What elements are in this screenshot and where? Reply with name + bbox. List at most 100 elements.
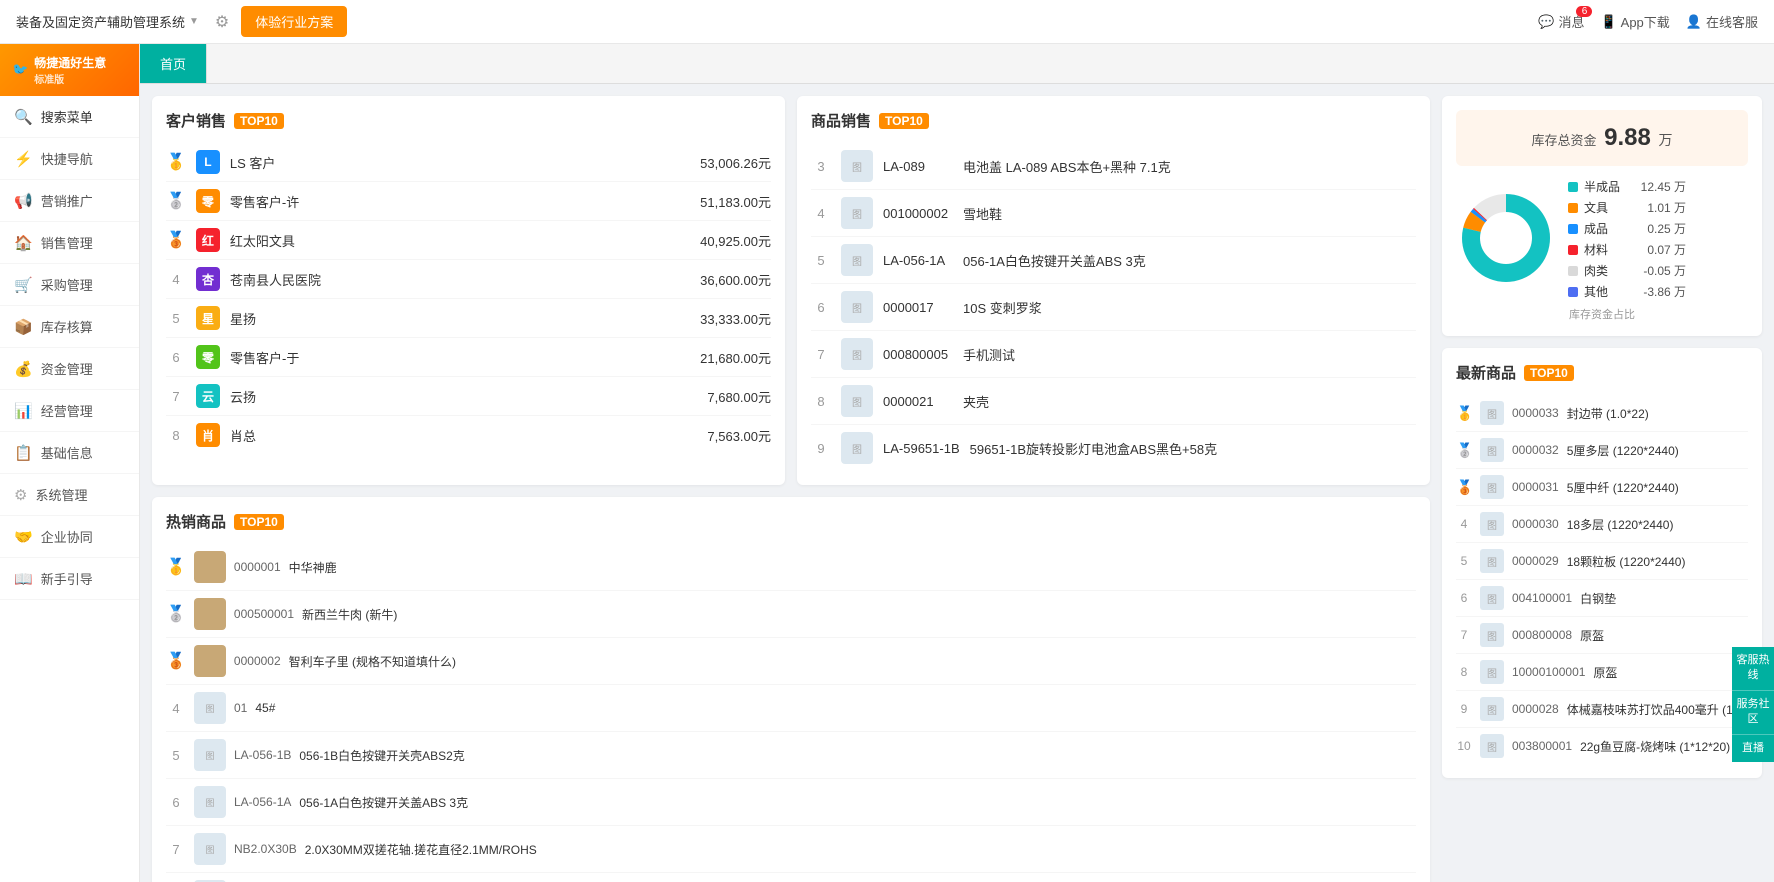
online-service-btn[interactable]: 👤 在线客服 <box>1686 12 1758 31</box>
gear-icon[interactable]: ⚙ <box>215 12 229 32</box>
product-thumb: 图 <box>841 244 873 276</box>
rank-avatar: L <box>196 150 220 174</box>
legend-value: 12.45 万 <box>1626 178 1686 195</box>
product-thumb: 图 <box>841 385 873 417</box>
sidebar-label-10: 企业协同 <box>41 527 93 546</box>
hot-product-item: 4 图 01 45# <box>166 685 1416 732</box>
rank-name: 肖总 <box>230 426 697 445</box>
product-sales-list: 3 图 LA-089 电池盖 LA-089 ABS本色+黑种 7.1克 4 图 … <box>811 143 1416 471</box>
sidebar-item-4[interactable]: 🛒采购管理 <box>0 264 139 306</box>
product-code: 000800008 <box>1512 628 1572 642</box>
product-thumb: 图 <box>1480 623 1504 647</box>
medal-icon: 🥈 <box>1456 442 1472 459</box>
rank-name: LS 客户 <box>230 153 690 172</box>
phone-icon: 📱 <box>1600 14 1616 30</box>
sidebar-items: 🔍搜索菜单⚡快捷导航📢营销推广🏠销售管理🛒采购管理📦库存核算💰资金管理📊经营管理… <box>0 96 139 600</box>
legend-item: 文具 1.01 万 <box>1568 199 1686 216</box>
app-download-btn[interactable]: 📱 App下载 <box>1600 12 1669 31</box>
sidebar-item-11[interactable]: 📖新手引导 <box>0 558 139 600</box>
product-name: 18多层 (1220*2440) <box>1567 516 1748 533</box>
rank-name: 云扬 <box>230 387 697 406</box>
sidebar-item-5[interactable]: 📦库存核算 <box>0 306 139 348</box>
product-thumb: 图 <box>1480 549 1504 573</box>
sidebar-item-10[interactable]: 🤝企业协同 <box>0 516 139 558</box>
legend-value: -0.05 万 <box>1626 262 1686 279</box>
sidebar-item-9[interactable]: ⚙系统管理 <box>0 474 139 516</box>
sidebar-item-1[interactable]: ⚡快捷导航 <box>0 138 139 180</box>
rank-num: 6 <box>811 300 831 315</box>
product-name: 原盔 <box>1593 664 1748 681</box>
medal-icon: 🥇 <box>1456 405 1472 422</box>
sidebar-label-4: 采购管理 <box>41 275 93 294</box>
nav-tabs: 首页 <box>140 44 1774 84</box>
customer-rank-list: 🥇 L LS 客户 53,006.26元 🥈 零 零售客户-许 51,183.0… <box>166 143 771 454</box>
product-thumb <box>194 551 226 583</box>
rank-num: 4 <box>1456 517 1472 531</box>
product-thumb: 图 <box>1480 734 1504 758</box>
sidebar-logo[interactable]: 🐦 畅捷通好生意 标准版 <box>0 44 139 96</box>
tab-home[interactable]: 首页 <box>140 44 207 83</box>
product-thumb: 图 <box>1480 586 1504 610</box>
rank-medal: 🥉 <box>166 230 186 250</box>
product-name: 22g鱼豆腐-烧烤味 (1*12*20) <box>1580 738 1748 755</box>
legend-label: 文具 <box>1584 199 1608 216</box>
legend-item: 肉类 -0.05 万 <box>1568 262 1686 279</box>
topbar: 装备及固定资产辅助管理系统 ▼ ⚙ 体验行业方案 💬 消息 6 📱 App下载 … <box>0 0 1774 44</box>
message-icon: 💬 <box>1538 14 1554 30</box>
product-code: 0000029 <box>1512 554 1559 568</box>
product-code: 004100001 <box>1512 591 1572 605</box>
rank-value: 7,563.00元 <box>707 426 771 445</box>
sidebar-icon-8: 📋 <box>14 444 33 462</box>
latest-product-item: 9 图 0000028 体械嘉枝味苏打饮品400毫升 (1*15) <box>1456 691 1748 728</box>
sidebar-item-8[interactable]: 📋基础信息 <box>0 432 139 474</box>
product-name: 056-1A白色按键开关盖ABS 3克 <box>963 251 1416 270</box>
trial-button[interactable]: 体验行业方案 <box>241 6 347 37</box>
sidebar-item-3[interactable]: 🏠销售管理 <box>0 222 139 264</box>
product-sales-item: 3 图 LA-089 电池盖 LA-089 ABS本色+黑种 7.1克 <box>811 143 1416 190</box>
rank-medal: 🥈 <box>166 191 186 211</box>
rank-num: 3 <box>811 159 831 174</box>
sidebar-item-0[interactable]: 🔍搜索菜单 <box>0 96 139 138</box>
hot-product-item: 🥉 0000002 智利车子里 (规格不知道填什么) <box>166 638 1416 685</box>
latest-product-item: 10 图 003800001 22g鱼豆腐-烧烤味 (1*12*20) <box>1456 728 1748 764</box>
rank-item: 4 杏 苍南县人民医院 36,600.00元 <box>166 260 771 299</box>
product-name: 原盔 <box>1580 627 1748 644</box>
rank-num: 7 <box>811 347 831 362</box>
logo-icon: 🐦 <box>12 62 28 78</box>
sidebar-label-7: 经营管理 <box>41 401 93 420</box>
float-btn-live[interactable]: 直播 <box>1732 735 1774 762</box>
main-layout: 🐦 畅捷通好生意 标准版 🔍搜索菜单⚡快捷导航📢营销推广🏠销售管理🛒采购管理📦库… <box>0 44 1774 882</box>
latest-product-item: 🥇 图 0000033 封边带 (1.0*22) <box>1456 395 1748 432</box>
product-name: 雪地鞋 <box>963 204 1416 223</box>
message-btn[interactable]: 💬 消息 6 <box>1538 12 1584 31</box>
product-name: 夹壳 <box>963 392 1416 411</box>
rank-avatar: 杏 <box>196 267 220 291</box>
system-dropdown[interactable]: 装备及固定资产辅助管理系统 ▼ <box>16 12 199 31</box>
logo-badge: 标准版 <box>34 71 106 86</box>
sidebar-item-2[interactable]: 📢营销推广 <box>0 180 139 222</box>
sidebar-item-6[interactable]: 💰资金管理 <box>0 348 139 390</box>
inventory-card: 库存总资金 9.88 万 <box>1442 96 1762 336</box>
product-name: 056-1A白色按键开关盖ABS 3克 <box>299 794 1416 811</box>
product-sales-item: 8 图 0000021 夹壳 <box>811 378 1416 425</box>
rank-num: 4 <box>166 701 186 716</box>
legend-label: 半成品 <box>1584 178 1620 195</box>
product-thumb: 图 <box>841 338 873 370</box>
rank-num: 6 <box>166 795 186 810</box>
product-code: 000500001 <box>234 607 294 621</box>
rank-name: 红太阳文具 <box>230 231 690 250</box>
product-thumb: 图 <box>841 291 873 323</box>
sidebar-label-9: 系统管理 <box>35 485 87 504</box>
latest-products-title: 最新商品 TOP10 <box>1456 362 1748 383</box>
float-btn-hotline[interactable]: 客服热线 <box>1732 647 1774 691</box>
legend-item: 成品 0.25 万 <box>1568 220 1686 237</box>
sidebar-item-7[interactable]: 📊经营管理 <box>0 390 139 432</box>
rank-name: 苍南县人民医院 <box>230 270 690 289</box>
product-thumb: 图 <box>194 833 226 865</box>
legend-value: 1.01 万 <box>1626 199 1686 216</box>
product-name: 18颗粒板 (1220*2440) <box>1567 553 1748 570</box>
float-btn-community[interactable]: 服务社区 <box>1732 691 1774 735</box>
hot-product-item: 8 图 0000011 12070519-xs <box>166 873 1416 882</box>
rank-avatar: 云 <box>196 384 220 408</box>
product-code: 10000100001 <box>1512 665 1585 679</box>
